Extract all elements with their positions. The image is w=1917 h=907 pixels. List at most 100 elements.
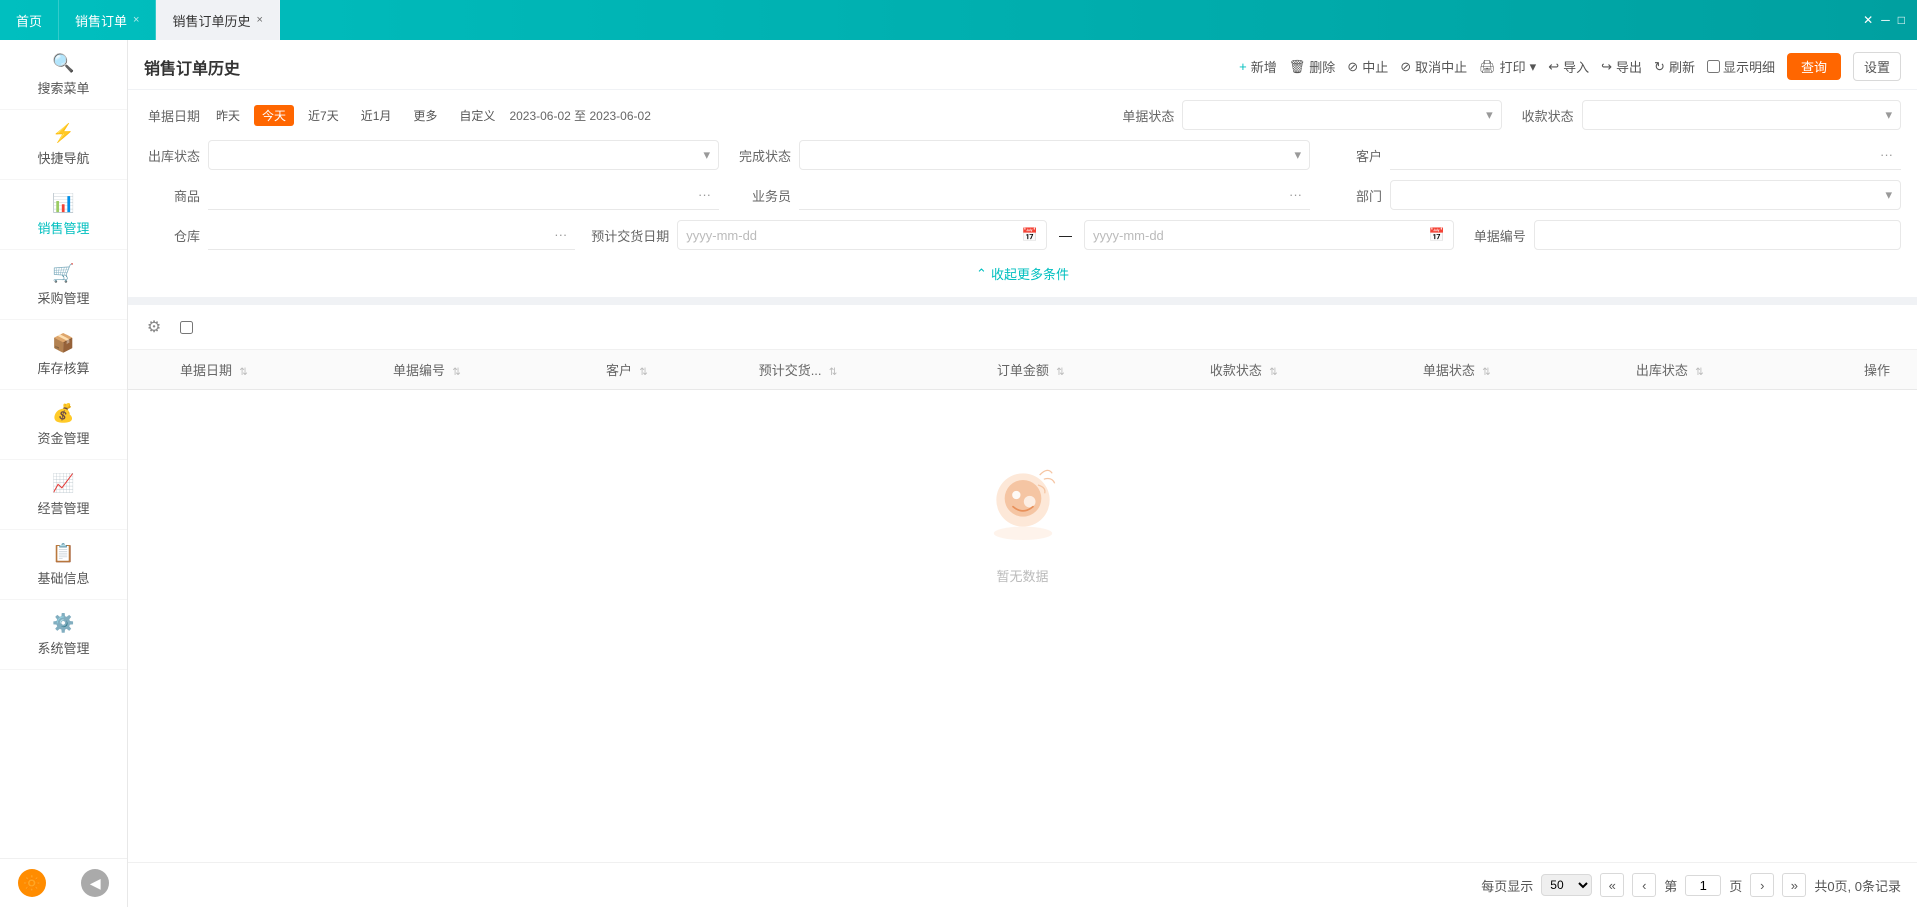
date-chip-custom[interactable]: 自定义 (451, 105, 503, 126)
th-number[interactable]: 单据编号 ⇅ (381, 350, 594, 390)
sidebar-item-search[interactable]: 🔍 搜索菜单 (0, 40, 127, 110)
order-number-label: 单据编号 (1470, 226, 1526, 245)
tab-sales-order-close[interactable]: × (133, 14, 139, 26)
sidebar-item-quick-nav[interactable]: ⚡ 快捷导航 (0, 110, 127, 180)
sidebar-item-finance[interactable]: 💰 资金管理 (0, 390, 127, 460)
tab-sales-order-history[interactable]: 销售订单历史 × (156, 0, 279, 40)
th-checkbox (128, 350, 168, 390)
filter-salesperson: 业务员 ··· (735, 180, 1310, 210)
tab-sales-order[interactable]: 销售订单 × (59, 0, 156, 40)
maximize-icon[interactable]: □ (1898, 13, 1905, 27)
th-outbound[interactable]: 出库状态 ⇅ (1624, 350, 1837, 390)
filter-row-4: 仓库 ··· 预计交货日期 yyyy-mm-dd 📅 — (144, 220, 1901, 250)
delivery-date-to[interactable]: yyyy-mm-dd 📅 (1084, 220, 1454, 250)
date-chip-more[interactable]: 更多 (405, 105, 445, 126)
user-settings-icon[interactable]: 🔆 (18, 869, 46, 897)
date-chip-7days[interactable]: 近7天 (300, 105, 347, 126)
select-all-checkbox[interactable] (180, 321, 193, 334)
display-cols-button[interactable]: 显示明细 (1707, 57, 1775, 76)
sort-payment-icon: ⇅ (1269, 367, 1277, 378)
order-status-control[interactable]: ▾ (1182, 100, 1501, 130)
sidebar-item-purchase[interactable]: 🛒 采购管理 (0, 250, 127, 320)
completion-status-label: 完成状态 (735, 146, 791, 165)
tab-sales-order-history-close[interactable]: × (256, 14, 262, 26)
product-control[interactable]: ··· (208, 180, 719, 210)
settings-button[interactable]: 设置 (1853, 52, 1901, 81)
completion-status-control[interactable]: ▾ (799, 140, 1310, 170)
display-cols-label: 显示明细 (1723, 57, 1775, 76)
close-window-icon[interactable]: ✕ (1863, 13, 1873, 27)
warehouse-control[interactable]: ··· (208, 220, 575, 250)
filter-row-1: 单据日期 昨天 今天 近7天 近1月 更多 自定义 2023-06-02 至 2… (144, 100, 1901, 130)
print-button[interactable]: 🖨 打印 ▾ (1479, 57, 1536, 76)
delivery-date-from[interactable]: yyyy-mm-dd 📅 (677, 220, 1047, 250)
next-page-button[interactable]: › (1750, 873, 1774, 897)
filter-delivery-date: 预计交货日期 yyyy-mm-dd 📅 — yyyy-mm-dd 📅 (591, 220, 1454, 250)
pagination: 每页显示 50 10 20 100 « ‹ 第 页 (128, 862, 1917, 907)
page-title: 销售订单历史 (144, 55, 240, 79)
payment-status-control[interactable]: ▾ (1582, 100, 1901, 130)
sidebar-item-base-label: 基础信息 (37, 568, 89, 587)
page-label: 页 (1729, 876, 1742, 895)
date-filter-chips: 昨天 今天 近7天 近1月 更多 自定义 2023-06-02 至 2023-0… (208, 105, 1102, 126)
last-page-button[interactable]: » (1782, 873, 1806, 897)
th-amount[interactable]: 订单金额 ⇅ (985, 350, 1198, 390)
first-page-button[interactable]: « (1600, 873, 1624, 897)
sidebar-item-sales-label: 销售管理 (37, 218, 89, 237)
content-area: 销售订单历史 + 新增 🗑 删除 ⊘ 中止 ⊘ (128, 40, 1917, 907)
filter-row-3: 商品 ··· 业务员 ··· 部门 (144, 180, 1901, 210)
print-chevron: ▾ (1530, 59, 1537, 75)
inventory-icon: 📦 (53, 332, 75, 354)
table-settings-icon[interactable]: ⚙ (140, 313, 168, 341)
prev-page-button[interactable]: ‹ (1632, 873, 1656, 897)
sidebar-item-sales[interactable]: 📊 销售管理 (0, 180, 127, 250)
tab-home[interactable]: 首页 (0, 0, 59, 40)
order-number-control[interactable] (1534, 220, 1901, 250)
purchase-icon: 🛒 (53, 262, 75, 284)
import-button[interactable]: ↩ 导入 (1548, 57, 1589, 76)
refresh-label: 刷新 (1669, 57, 1695, 76)
cancel-stop-button[interactable]: ⊘ 取消中止 (1400, 57, 1467, 76)
th-customer[interactable]: 客户 ⇅ (594, 350, 747, 390)
th-payment[interactable]: 收款状态 ⇅ (1198, 350, 1411, 390)
collapse-button[interactable]: ⌃ 收起更多条件 (144, 260, 1901, 287)
refresh-button[interactable]: ↻ 刷新 (1654, 57, 1695, 76)
add-button[interactable]: + 新增 (1239, 57, 1277, 76)
collapse-sidebar-icon[interactable]: ◀ (81, 869, 109, 897)
import-label: 导入 (1563, 57, 1589, 76)
minimize-icon[interactable]: ─ (1881, 13, 1890, 27)
calendar-to-icon[interactable]: 📅 (1429, 227, 1445, 243)
date-chip-1month[interactable]: 近1月 (353, 105, 400, 126)
department-control[interactable]: ▾ (1390, 180, 1901, 210)
export-button[interactable]: ↪ 导出 (1601, 57, 1642, 76)
th-outbound-label: 出库状态 (1636, 363, 1688, 378)
page-number-input[interactable] (1685, 875, 1721, 896)
outbound-status-control[interactable]: ▾ (208, 140, 719, 170)
next-page-icon: › (1760, 878, 1764, 893)
sidebar-item-operations[interactable]: 📈 经营管理 (0, 460, 127, 530)
calendar-from-icon[interactable]: 📅 (1022, 227, 1038, 243)
th-status[interactable]: 单据状态 ⇅ (1411, 350, 1624, 390)
query-button[interactable]: 查询 (1787, 53, 1841, 80)
per-page-select[interactable]: 50 10 20 100 (1541, 874, 1592, 896)
page-header: 销售订单历史 + 新增 🗑 删除 ⊘ 中止 ⊘ (128, 40, 1917, 89)
delete-button[interactable]: 🗑 删除 (1289, 57, 1336, 76)
sidebar-item-base[interactable]: 📋 基础信息 (0, 530, 127, 600)
cancel-stop-label: 取消中止 (1415, 57, 1467, 76)
stop-button[interactable]: ⊘ 中止 (1347, 57, 1388, 76)
th-date[interactable]: 单据日期 ⇅ (168, 350, 381, 390)
display-cols-checkbox[interactable] (1707, 60, 1720, 73)
tab-sales-order-label: 销售订单 (75, 11, 127, 30)
sidebar-item-inventory[interactable]: 📦 库存核算 (0, 320, 127, 390)
th-delivery[interactable]: 预计交货... ⇅ (747, 350, 985, 390)
date-chip-today[interactable]: 今天 (254, 105, 294, 126)
date-chip-yesterday[interactable]: 昨天 (208, 105, 248, 126)
sidebar-item-system[interactable]: ⚙️ 系统管理 (0, 600, 127, 670)
delete-label: 删除 (1309, 57, 1335, 76)
customer-control[interactable]: ··· (1390, 140, 1901, 170)
total-info: 共0页, 0条记录 (1814, 876, 1901, 895)
salesperson-control[interactable]: ··· (799, 180, 1310, 210)
filter-order-number: 单据编号 (1470, 220, 1901, 250)
first-page-icon: « (1609, 878, 1616, 893)
export-label: 导出 (1616, 57, 1642, 76)
